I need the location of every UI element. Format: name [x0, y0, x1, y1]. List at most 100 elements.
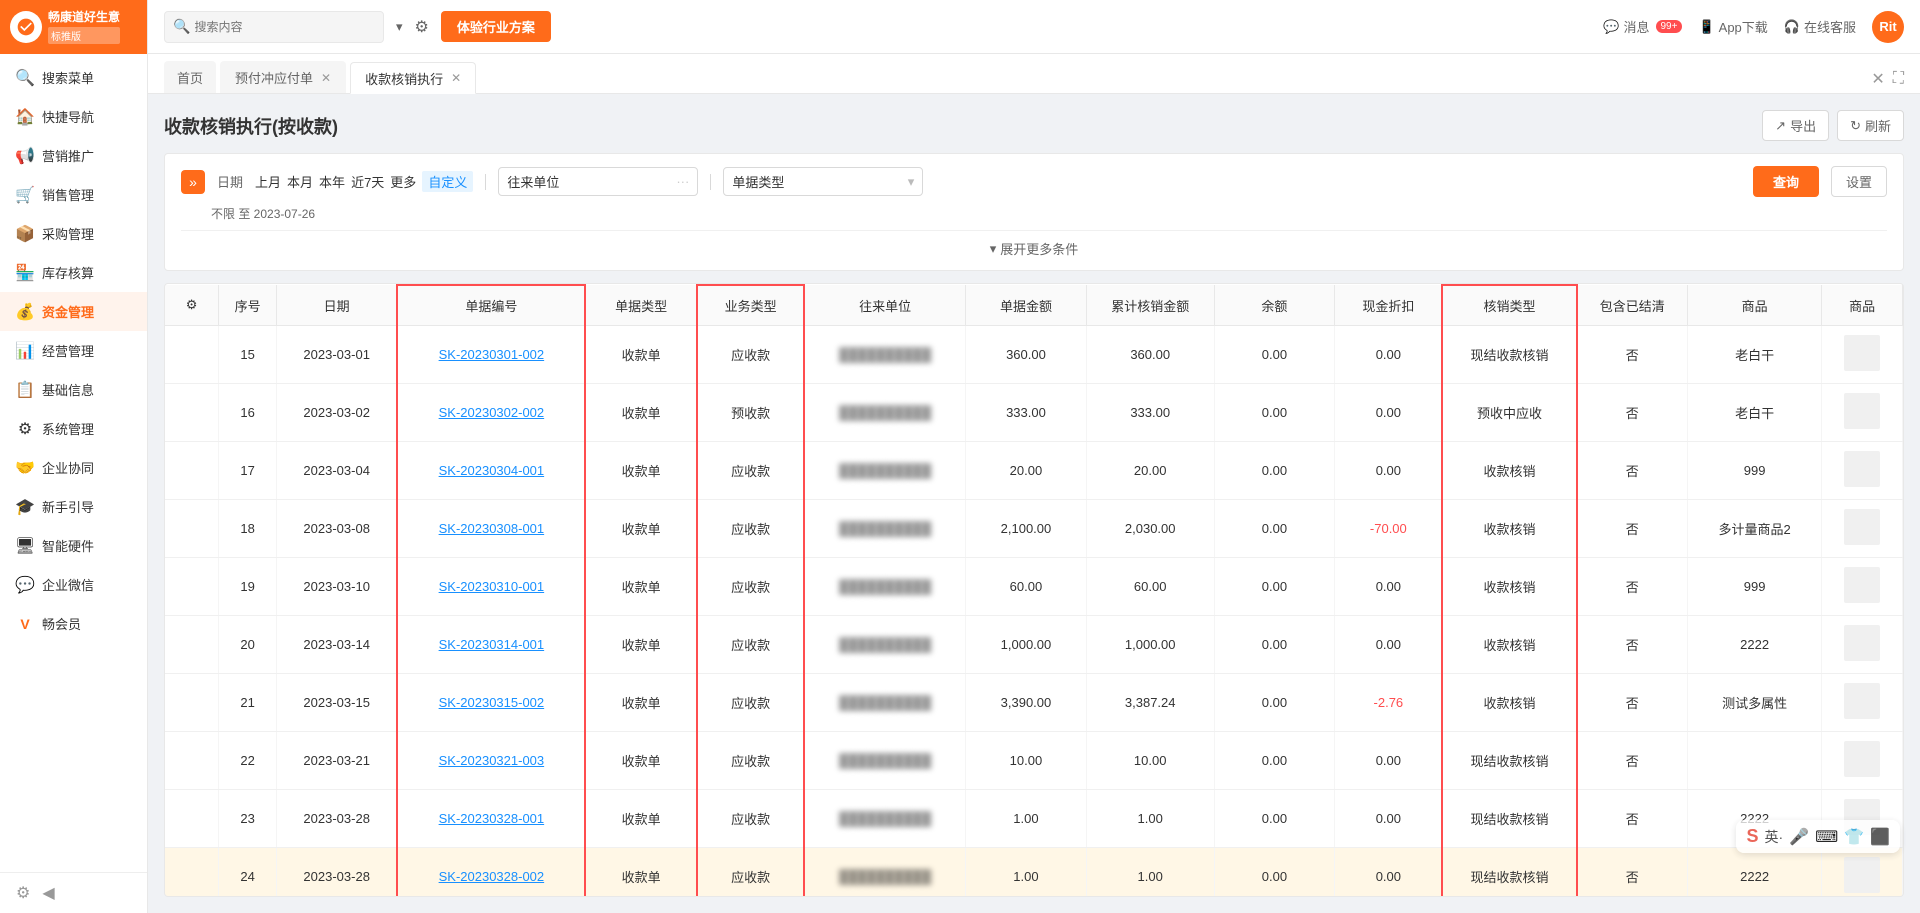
- grid-icon[interactable]: ⬛: [1870, 827, 1890, 847]
- sidebar-item-wechat[interactable]: 💬 企业微信: [0, 565, 147, 604]
- collapse-icon[interactable]: ◀: [42, 883, 54, 903]
- tab-close-icon[interactable]: ✕: [321, 71, 331, 85]
- cell-bill-no[interactable]: SK-20230308-001: [397, 500, 585, 558]
- wechat-icon: 💬: [16, 576, 34, 594]
- bill-no-link[interactable]: SK-20230328-002: [439, 869, 545, 884]
- tab-home[interactable]: 首页: [164, 61, 216, 93]
- bill-type-filter[interactable]: 单据类型 ▾: [723, 167, 923, 196]
- watermark: S 英· 🎤 ⌨ 👕 ⬛: [1736, 820, 1900, 853]
- date-last-7[interactable]: 近7天: [351, 172, 384, 191]
- col-header-verify-amount: 累计核销金额: [1086, 285, 1214, 326]
- cell-bill-no[interactable]: SK-20230315-002: [397, 674, 585, 732]
- messages-action[interactable]: 💬 消息 99+: [1603, 17, 1682, 36]
- cell-included: 否: [1577, 326, 1688, 384]
- service-action[interactable]: 🎧 在线客服: [1784, 17, 1856, 36]
- date-last-month[interactable]: 上月: [255, 172, 281, 191]
- tab-payable[interactable]: 预付冲应付单 ✕: [220, 61, 346, 93]
- data-table-container: ⚙ 序号 日期 单据编号 单据类型 业务类型 往来单位 单据金额 累计核销金额 …: [164, 283, 1904, 897]
- bill-no-link[interactable]: SK-20230308-001: [439, 521, 545, 536]
- cell-no: [165, 848, 219, 898]
- tab-verify[interactable]: 收款核销执行 ✕: [350, 62, 476, 94]
- cell-bill-no[interactable]: SK-20230310-001: [397, 558, 585, 616]
- app-download-action[interactable]: 📱 App下载: [1698, 17, 1767, 36]
- cell-discount: 0.00: [1335, 384, 1442, 442]
- tabbar: 首页 预付冲应付单 ✕ 收款核销执行 ✕ ✕ ⛶: [148, 54, 1920, 94]
- sidebar-item-basic-info[interactable]: 📋 基础信息: [0, 370, 147, 409]
- cell-bill-no[interactable]: SK-20230314-001: [397, 616, 585, 674]
- sidebar-item-enterprise[interactable]: 🤝 企业协同: [0, 448, 147, 487]
- expand-conditions-btn[interactable]: ▾ 展开更多条件: [181, 230, 1887, 258]
- table-row: 19 2023-03-10 SK-20230310-001 收款单 应收款 ██…: [165, 558, 1903, 616]
- date-custom[interactable]: 自定义: [422, 171, 473, 192]
- sidebar-item-search-menu[interactable]: 🔍 搜索菜单: [0, 58, 147, 97]
- settings-icon[interactable]: ⚙: [186, 297, 198, 312]
- watermark-s-icon: S: [1746, 826, 1758, 847]
- cell-bill-no[interactable]: SK-20230321-003: [397, 732, 585, 790]
- sidebar: 畅康道好生意 标推版 🔍 搜索菜单 🏠 快捷导航 📢 营销推广 🛒 销售管理 📦…: [0, 0, 148, 913]
- shirt-icon[interactable]: 👕: [1844, 827, 1864, 847]
- sidebar-item-hardware[interactable]: 🖥 智能硬件: [0, 526, 147, 565]
- date-this-month[interactable]: 本月: [287, 172, 313, 191]
- cell-amount: 333.00: [966, 384, 1087, 442]
- export-button[interactable]: ↗ 导出: [1762, 110, 1829, 141]
- sidebar-item-member[interactable]: V 畅会员: [0, 604, 147, 643]
- bill-no-link[interactable]: SK-20230328-001: [439, 811, 545, 826]
- cell-bill-no[interactable]: SK-20230328-001: [397, 790, 585, 848]
- table-row: 21 2023-03-15 SK-20230315-002 收款单 应收款 ██…: [165, 674, 1903, 732]
- refresh-button[interactable]: ↻ 刷新: [1837, 110, 1904, 141]
- sidebar-item-operation[interactable]: 📊 经营管理: [0, 331, 147, 370]
- user-avatar[interactable]: Rit: [1872, 11, 1904, 43]
- sidebar-item-sales[interactable]: 🛒 销售管理: [0, 175, 147, 214]
- topbar-dropdown[interactable]: ▾: [396, 19, 403, 35]
- cell-seq: 16: [219, 384, 277, 442]
- cell-included: 否: [1577, 384, 1688, 442]
- topbar-search-box[interactable]: 🔍: [164, 11, 384, 43]
- cell-bill-no[interactable]: SK-20230328-002: [397, 848, 585, 898]
- bill-no-link[interactable]: SK-20230301-002: [439, 347, 545, 362]
- sidebar-item-purchase[interactable]: 📦 采购管理: [0, 214, 147, 253]
- party-filter[interactable]: 往来单位 ···: [498, 167, 698, 196]
- sidebar-item-label: 营销推广: [42, 146, 94, 165]
- cell-verify-type: 现结收款核销: [1442, 790, 1576, 848]
- bill-no-link[interactable]: SK-20230304-001: [439, 463, 545, 478]
- sidebar-item-inventory[interactable]: 🏪 库存核算: [0, 253, 147, 292]
- cell-party: ██████████: [804, 384, 965, 442]
- cell-product: 多计量商品2: [1687, 500, 1821, 558]
- window-expand-icon[interactable]: ⛶: [1893, 70, 1904, 88]
- bill-no-link[interactable]: SK-20230314-001: [439, 637, 545, 652]
- cell-bill-no[interactable]: SK-20230301-002: [397, 326, 585, 384]
- party-blurred: ██████████: [839, 869, 931, 884]
- settings-button[interactable]: 设置: [1831, 166, 1887, 197]
- sidebar-item-finance[interactable]: 💰 资金管理: [0, 292, 147, 331]
- party-blurred: ██████████: [839, 579, 931, 594]
- sidebar-item-quick-nav[interactable]: 🏠 快捷导航: [0, 97, 147, 136]
- bill-no-link[interactable]: SK-20230302-002: [439, 405, 545, 420]
- mic-icon[interactable]: 🎤: [1789, 827, 1809, 847]
- search-icon: 🔍: [173, 18, 190, 35]
- topbar-actions: 💬 消息 99+ 📱 App下载 🎧 在线客服 Rit: [1603, 11, 1904, 43]
- search-input[interactable]: [194, 20, 375, 34]
- cell-product-img: [1822, 442, 1903, 500]
- gear-icon[interactable]: ⚙: [415, 17, 429, 37]
- cell-no: [165, 500, 219, 558]
- bill-no-link[interactable]: SK-20230310-001: [439, 579, 545, 594]
- cell-bill-no[interactable]: SK-20230302-002: [397, 384, 585, 442]
- sidebar-item-guide[interactable]: 🎓 新手引导: [0, 487, 147, 526]
- sidebar-item-system[interactable]: ⚙ 系统管理: [0, 409, 147, 448]
- keyboard-icon[interactable]: ⌨: [1815, 827, 1838, 847]
- solution-button[interactable]: 体验行业方案: [441, 11, 551, 42]
- cell-bill-no[interactable]: SK-20230304-001: [397, 442, 585, 500]
- filter-separator: [485, 174, 486, 190]
- date-more[interactable]: 更多: [390, 172, 416, 191]
- date-this-year[interactable]: 本年: [319, 172, 345, 191]
- cell-bill-type: 收款单: [585, 616, 697, 674]
- query-button[interactable]: 查询: [1753, 166, 1819, 197]
- sidebar-item-marketing[interactable]: 📢 营销推广: [0, 136, 147, 175]
- window-close-icon[interactable]: ✕: [1871, 69, 1884, 89]
- col-header-settings[interactable]: ⚙: [165, 285, 219, 326]
- bill-no-link[interactable]: SK-20230321-003: [439, 753, 545, 768]
- tab-close-icon[interactable]: ✕: [451, 71, 461, 85]
- bill-no-link[interactable]: SK-20230315-002: [439, 695, 545, 710]
- settings-icon[interactable]: ⚙: [16, 883, 30, 903]
- filter-expand-left[interactable]: »: [181, 170, 205, 194]
